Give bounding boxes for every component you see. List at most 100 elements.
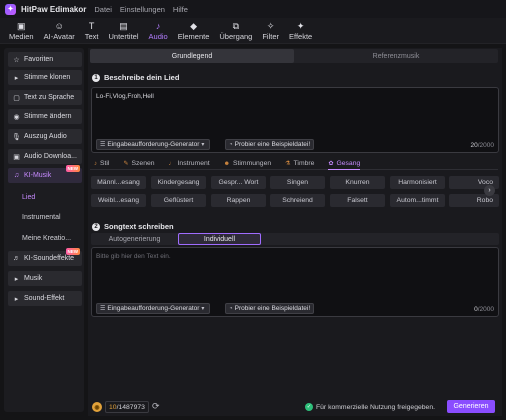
scenes-icon: ✎ [123, 161, 129, 167]
menu-datei[interactable]: Datei [94, 5, 112, 14]
chevron-right-icon[interactable]: › [484, 185, 495, 196]
tab-style[interactable]: ♪ Stil [94, 158, 109, 170]
tab-auto-generate[interactable]: Autogenerierung [93, 233, 176, 245]
tool-media[interactable]: ▣ Medien [4, 18, 39, 44]
char-counter: 0/2000 [474, 306, 494, 313]
song-description-value: Lo-Fi,Vlog,Froh,Hell [96, 93, 154, 100]
effects-icon: ✦ [296, 20, 305, 31]
tab-moods[interactable]: ☻ Stimmungen [224, 158, 271, 170]
sidebar-item-voice-change[interactable]: ◉ Stimme ändern [8, 109, 82, 124]
lightbulb-icon: ◔ [229, 305, 233, 312]
menu-hilfe[interactable]: Hilfe [173, 5, 188, 14]
generator-icon: ☰ [100, 142, 106, 148]
chip-singing[interactable]: Singen [270, 176, 325, 189]
sound-fx-icon: ♬ [13, 255, 20, 262]
lyrics-input[interactable]: Bitte gib hier den Text ein. ☰ Eingabeauf… [91, 247, 499, 317]
example-file-button[interactable]: ◔ Probier eine Beispieldatei! [225, 303, 315, 314]
chip-male-vocals[interactable]: Männl...esang [91, 176, 146, 189]
section-describe-title: 1 Beschreibe dein Lied [92, 73, 179, 82]
sidebar-item-tts[interactable]: ▢ Text zu Sprache [8, 90, 82, 105]
sidebar-sub-song[interactable]: Lied [22, 194, 35, 201]
sidebar-sub-instrumental[interactable]: Instrumental [22, 214, 61, 221]
new-badge: NEW [65, 165, 80, 172]
tool-elements[interactable]: ◆ Elemente [173, 18, 215, 44]
prompt-generator-dropdown[interactable]: ☰ Eingabeaufforderung-Generator ▾ [96, 139, 211, 150]
section-lyrics-title: 2 Songtext schreiben [92, 222, 174, 231]
sidebar-item-extract-audio[interactable]: 🎙 Auszug Audio [8, 129, 82, 144]
chevron-right-icon: ▸ [14, 275, 19, 283]
tab-scenes[interactable]: ✎ Szenen [123, 158, 154, 170]
mode-tabs-top: Grundlegend Referenzmusik [90, 49, 498, 63]
chip-spoken-word[interactable]: Gespr... Wort [211, 176, 266, 189]
chip-falsetto[interactable]: Falsett [330, 194, 385, 207]
category-tabs: ♪ Stil ✎ Szenen ♩ Instrument ☻ Stimmungen ⚗ T… [90, 158, 498, 170]
star-icon: ☆ [13, 56, 20, 64]
sidebar-item-music[interactable]: ▸ Musik [8, 271, 82, 286]
generator-icon: ☰ [100, 306, 106, 312]
voice-change-icon: ◉ [13, 113, 20, 121]
chip-autotuned[interactable]: Autom...timmt [390, 194, 445, 207]
tool-effects[interactable]: ✦ Effekte [284, 18, 317, 44]
tool-subtitle[interactable]: ▤ Untertitel [104, 18, 144, 44]
song-description-input[interactable]: Lo-Fi,Vlog,Froh,Hell ☰ Eingabeaufforderun… [91, 87, 499, 153]
tab-custom[interactable]: Individuell [178, 233, 261, 245]
tool-text[interactable]: T Text [80, 18, 104, 44]
chip-rapping[interactable]: Rappen [211, 194, 266, 207]
credits-counter: 10/1487973 [105, 401, 149, 413]
media-icon: ▣ [17, 20, 26, 31]
tool-transition[interactable]: ⧉ Übergang [214, 18, 257, 44]
sidebar-item-ai-sound-effects[interactable]: ♬ KI-Soundeffekte NEW [8, 248, 82, 266]
elements-icon: ◆ [190, 20, 197, 31]
tab-timbre[interactable]: ⚗ Timbre [285, 158, 314, 170]
mic-icon: 🎙 [12, 133, 21, 141]
subtitle-icon: ▤ [119, 20, 128, 31]
chip-robotic[interactable]: Robo [449, 194, 499, 207]
sidebar-item-audio-download[interactable]: ▣ Audio Downloa... [8, 149, 82, 164]
chip-growling[interactable]: Knurren [330, 176, 385, 189]
lyrics-mode-tabs: Autogenerierung Individuell [91, 233, 499, 245]
chip-harmonized[interactable]: Harmonisiert [390, 176, 445, 189]
footer-bar: ◉ 10/1487973 ⟳ ✓ Für kommerzielle Nutzung… [88, 398, 502, 416]
tool-ai-avatar[interactable]: ☺ AI-Avatar [39, 18, 80, 44]
sidebar-item-voice-clone[interactable]: ▸ Stimme klonen [8, 70, 82, 85]
timbre-icon: ⚗ [285, 161, 291, 167]
mood-icon: ☻ [223, 160, 230, 167]
tool-audio[interactable]: ♪ Audio [144, 18, 173, 44]
lightbulb-icon: ◔ [229, 141, 233, 148]
app-logo-icon: ✦ [5, 3, 16, 15]
main-panel: Grundlegend Referenzmusik 1 Beschreibe d… [88, 48, 502, 416]
tab-instrument[interactable]: ♩ Instrument [169, 158, 210, 170]
filter-icon: ✧ [266, 20, 275, 31]
sidebar-item-favorites[interactable]: ☆ Favoriten [8, 52, 82, 67]
menu-einstellungen[interactable]: Einstellungen [120, 5, 165, 14]
main-toolbar: ▣ Medien ☺ AI-Avatar T Text ▤ Untertitel ♪ Au… [0, 18, 506, 44]
sidebar-item-sound-effect[interactable]: ▸ Sound-Effekt [8, 291, 82, 306]
chip-screaming[interactable]: Schreiend [270, 194, 325, 207]
commercial-use-note: ✓ Für kommerzielle Nutzung freigegeben. [305, 403, 436, 411]
refresh-icon[interactable]: ⟳ [152, 401, 160, 412]
tab-basic[interactable]: Grundlegend [90, 49, 294, 63]
tts-icon: ▢ [13, 94, 20, 102]
voice-clone-icon: ▸ [14, 74, 19, 82]
sidebar-item-ai-music[interactable]: ♫ KI-Musik NEW [8, 165, 82, 183]
chip-child-vocals[interactable]: Kindergesang [151, 176, 206, 189]
tool-filter[interactable]: ✧ Filter [257, 18, 284, 44]
instrument-icon: ♩ [168, 160, 175, 167]
tab-vocals[interactable]: ✿ Gesang [328, 158, 361, 170]
sidebar-sub-my-creations[interactable]: Meine Kreatio... [22, 235, 71, 242]
vocals-icon: ✿ [328, 160, 334, 167]
chip-whispered[interactable]: Geflüstert [151, 194, 206, 207]
new-badge: NEW [65, 248, 80, 255]
example-file-button[interactable]: ◔ Probier eine Beispieldatei! [225, 139, 315, 150]
app-name: HitPaw Edimakor [21, 4, 87, 14]
prompt-generator-dropdown[interactable]: ☰ Eingabeaufforderung-Generator ▾ [96, 303, 211, 314]
chevron-down-icon: ▾ [201, 142, 205, 148]
audio-icon: ♪ [155, 20, 161, 31]
check-icon: ✓ [305, 403, 313, 411]
transition-icon: ⧉ [232, 20, 240, 31]
chevron-down-icon: ▾ [201, 306, 205, 312]
tab-reference-music[interactable]: Referenzmusik [294, 49, 498, 63]
generate-button[interactable]: Generieren [447, 400, 495, 413]
chip-female-vocals[interactable]: Weibl...esang [91, 194, 146, 207]
text-icon: T [88, 20, 95, 31]
